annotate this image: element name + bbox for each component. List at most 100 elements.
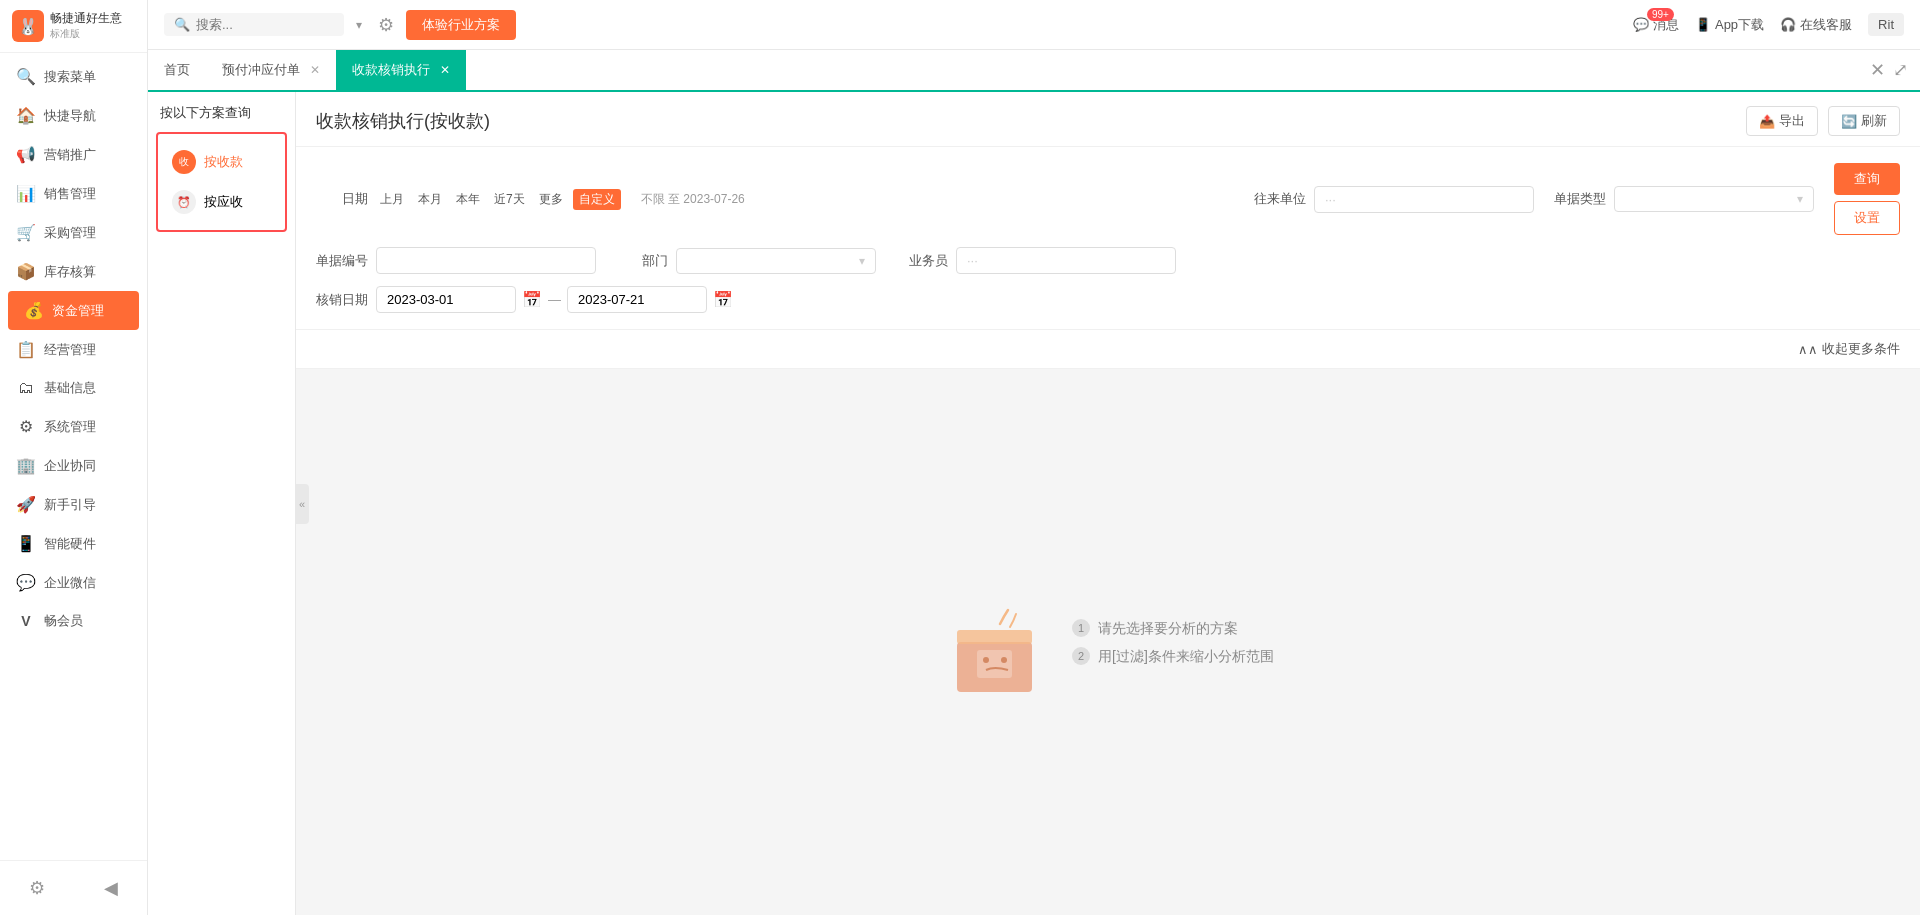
svg-rect-1: [957, 630, 1032, 644]
sidebar-item-marketing[interactable]: 📢 营销推广: [0, 135, 147, 174]
writeoff-date-start-cal-icon[interactable]: 📅: [522, 290, 542, 309]
operation-icon: 📋: [16, 340, 36, 359]
expand-icon[interactable]: ⤢: [1893, 59, 1908, 81]
sidebar-item-purchase[interactable]: 🛒 采购管理: [0, 213, 147, 252]
tab-prepay[interactable]: 预付冲应付单 ✕: [206, 50, 336, 92]
writeoff-date-label: 核销日期: [316, 291, 368, 309]
writeoff-date-end-cal-icon[interactable]: 📅: [713, 290, 733, 309]
sidebar-item-marketing-label: 营销推广: [44, 146, 96, 164]
filter-panel-collapse[interactable]: «: [295, 484, 309, 524]
sidebar-bottom: ⚙ ◀: [0, 860, 147, 915]
filter-by-receivable-label: 按应收: [204, 193, 243, 211]
sidebar-item-search[interactable]: 🔍 搜索菜单: [0, 57, 147, 96]
message-button[interactable]: 💬 消息 99+: [1633, 16, 1679, 34]
sidebar-item-quicknav[interactable]: 🏠 快捷导航: [0, 96, 147, 135]
refresh-button[interactable]: 🔄 刷新: [1828, 106, 1900, 136]
sidebar-item-enterprise[interactable]: 🏢 企业协同: [0, 446, 147, 485]
topbar-search-icon: 🔍: [174, 17, 190, 32]
filter-options-box: 收 按收款 ⏰ 按应收: [156, 132, 287, 232]
settings-button[interactable]: ⚙: [23, 871, 51, 905]
empty-illustration: [942, 592, 1042, 692]
date-last-month[interactable]: 上月: [376, 189, 408, 210]
sidebar-item-member[interactable]: V 畅会员: [0, 602, 147, 640]
topbar-chevron-icon[interactable]: ▾: [356, 18, 362, 32]
logo-area: 🐰 畅捷通好生意 标准版: [0, 0, 147, 53]
tab-prepay-close[interactable]: ✕: [310, 63, 320, 77]
sidebar-item-basic[interactable]: 🗂 基础信息: [0, 369, 147, 407]
finance-icon: 💰: [24, 301, 44, 320]
collapse-sidebar-button[interactable]: ◀: [98, 871, 124, 905]
page-title: 收款核销执行(按收款): [316, 109, 490, 133]
step-2-badge: 2: [1072, 647, 1090, 665]
tabbar-right: ✕ ⤢: [1870, 59, 1920, 81]
sidebar-item-finance[interactable]: 💰 资金管理: [8, 291, 139, 330]
sidebar-item-hardware[interactable]: 📱 智能硬件: [0, 524, 147, 563]
tab-home[interactable]: 首页: [148, 50, 206, 92]
sidebar-item-operation[interactable]: 📋 经营管理: [0, 330, 147, 369]
department-field: 部门 ▾: [616, 248, 876, 274]
system-icon: ⚙: [16, 417, 36, 436]
sidebar-item-wechat[interactable]: 💬 企业微信: [0, 563, 147, 602]
service-icon: 🎧: [1780, 17, 1796, 32]
filter-by-collection-label: 按收款: [204, 153, 243, 171]
sidebar-item-enterprise-label: 企业协同: [44, 457, 96, 475]
doc-type-select[interactable]: ▾: [1614, 186, 1814, 212]
salesperson-field: 业务员 ···: [896, 247, 1176, 274]
counterparty-dots: ···: [1325, 192, 1523, 207]
sidebar-item-operation-label: 经营管理: [44, 341, 96, 359]
topbar-search-box[interactable]: 🔍: [164, 13, 344, 36]
topbar-gear-icon[interactable]: ⚙: [378, 14, 394, 36]
close-tab-icon[interactable]: ✕: [1870, 59, 1885, 81]
app-download-button[interactable]: 📱 App下载: [1695, 16, 1764, 34]
form-row-3: 核销日期 📅 — 📅: [316, 286, 1900, 313]
writeoff-date-start-input[interactable]: [376, 286, 516, 313]
sidebar-item-system[interactable]: ⚙ 系统管理: [0, 407, 147, 446]
department-label: 部门: [616, 252, 668, 270]
solution-button[interactable]: 体验行业方案: [406, 10, 516, 40]
export-icon: 📤: [1759, 114, 1775, 129]
inventory-icon: 📦: [16, 262, 36, 281]
department-select[interactable]: ▾: [676, 248, 876, 274]
collapse-more-icon: ∧∧: [1798, 342, 1818, 357]
filter-panel: 按以下方案查询 收 按收款 ⏰ 按应收 «: [148, 92, 296, 915]
date-custom[interactable]: 自定义: [573, 189, 621, 210]
doc-type-label: 单据类型: [1554, 190, 1606, 208]
home-icon: 🏠: [16, 106, 36, 125]
salesperson-input[interactable]: ···: [956, 247, 1176, 274]
date-this-month[interactable]: 本月: [414, 189, 446, 210]
export-button[interactable]: 📤 导出: [1746, 106, 1818, 136]
setting-button[interactable]: 设置: [1834, 201, 1900, 235]
sidebar-item-sales[interactable]: 📊 销售管理: [0, 174, 147, 213]
query-form: 日期 上月 本月 本年 近7天 更多 自定义 不限 至 2023-07-26: [296, 147, 1920, 330]
filter-by-receivable[interactable]: ⏰ 按应收: [162, 182, 281, 222]
sidebar-item-inventory[interactable]: 📦 库存核算: [0, 252, 147, 291]
salesperson-dots: ···: [967, 253, 1165, 268]
empty-state: 1 请先选择要分析的方案 2 用[过滤]条件来缩小分析范围: [296, 369, 1920, 915]
query-button[interactable]: 查询: [1834, 163, 1900, 195]
sidebar-item-guide[interactable]: 🚀 新手引导: [0, 485, 147, 524]
header-actions: 📤 导出 🔄 刷新: [1746, 106, 1900, 136]
date-more[interactable]: 更多: [535, 189, 567, 210]
message-badge: 99+: [1647, 8, 1674, 21]
tab-collection-close[interactable]: ✕: [440, 63, 450, 77]
date-this-year[interactable]: 本年: [452, 189, 484, 210]
counterparty-input[interactable]: ···: [1314, 186, 1534, 213]
counterparty-field: 往来单位 ···: [1254, 186, 1534, 213]
user-profile-button[interactable]: Rit: [1868, 13, 1904, 36]
doc-number-input[interactable]: [376, 247, 596, 274]
online-service-button[interactable]: 🎧 在线客服: [1780, 16, 1852, 34]
filter-by-collection[interactable]: 收 按收款: [162, 142, 281, 182]
tab-home-label: 首页: [164, 61, 190, 79]
topbar-right: 💬 消息 99+ 📱 App下载 🎧 在线客服 Rit: [1633, 13, 1904, 36]
sidebar-item-finance-label: 资金管理: [52, 302, 104, 320]
writeoff-date-end-input[interactable]: [567, 286, 707, 313]
topbar-search-input[interactable]: [196, 17, 326, 32]
doc-number-label: 单据编号: [316, 252, 368, 270]
username-label: Rit: [1878, 17, 1894, 32]
marketing-icon: 📢: [16, 145, 36, 164]
tab-collection[interactable]: 收款核销执行 ✕: [336, 50, 466, 92]
collapse-more-button[interactable]: ∧∧ 收起更多条件: [1798, 340, 1900, 358]
date-7days[interactable]: 近7天: [490, 189, 529, 210]
doc-type-arrow-icon: ▾: [1797, 192, 1803, 206]
basic-icon: 🗂: [16, 379, 36, 397]
